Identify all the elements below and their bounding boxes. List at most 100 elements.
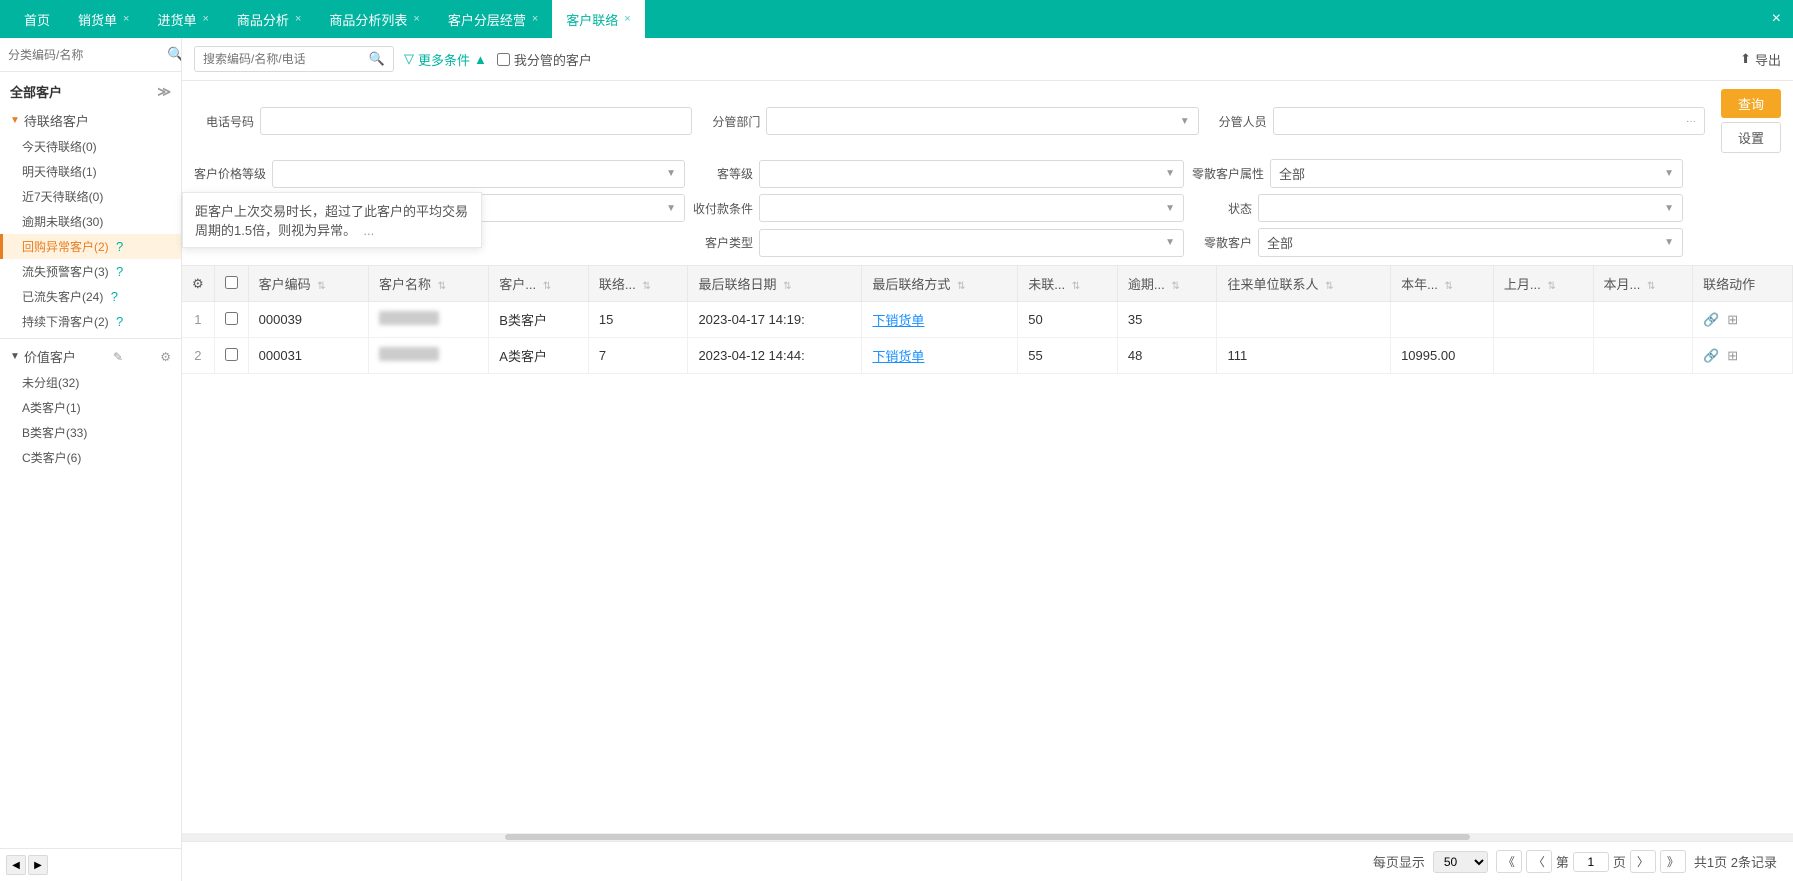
contact-method-link[interactable]: 下销货单 [872, 349, 924, 364]
nav-customer-segment[interactable]: 客户分层经营 × [434, 0, 552, 38]
sort-icon[interactable]: ⇅ [1445, 281, 1453, 292]
close-icon[interactable]: × [624, 13, 630, 25]
sidebar-item-churned[interactable]: 已流失客户(24) ? [0, 284, 181, 309]
sidebar-item-b-class[interactable]: B类客户(33) [0, 420, 181, 445]
close-icon[interactable]: × [413, 13, 419, 25]
link-icon[interactable]: 🔗 [1703, 348, 1719, 364]
sidebar-item-c-class[interactable]: C类客户(6) [0, 445, 181, 470]
nav-customer-contact[interactable]: 客户联络 × [552, 0, 644, 38]
last-contact-method[interactable]: 下销货单 [862, 302, 1018, 338]
sort-icon[interactable]: ⇅ [642, 281, 650, 292]
sidebar-prev-button[interactable]: ◀ [6, 855, 26, 875]
row-checkbox[interactable] [225, 348, 238, 361]
th-settings[interactable]: ⚙ [182, 266, 214, 302]
retail-attr-select[interactable]: 全部▼ [1270, 159, 1683, 188]
sidebar-search-bar: 🔍 [0, 38, 181, 72]
current-page-input[interactable] [1573, 852, 1609, 872]
sidebar-item-repurchase-anomaly[interactable]: 回购异常客户(2) ? [0, 234, 181, 259]
sort-icon[interactable]: ⇅ [543, 281, 551, 292]
link-icon[interactable]: 🔗 [1703, 312, 1719, 328]
grid-icon[interactable]: ⊞ [1727, 348, 1738, 364]
nav-product-analysis-list[interactable]: 商品分析列表 × [315, 0, 433, 38]
sidebar-item-week-contact[interactable]: 近7天待联络(0) [0, 184, 181, 209]
nav-home[interactable]: 首页 [10, 0, 64, 38]
sort-icon[interactable]: ⇅ [1547, 281, 1555, 292]
search-input[interactable] [203, 52, 363, 66]
sort-icon[interactable]: ⇅ [317, 281, 325, 292]
sidebar-item-overdue-contact[interactable]: 逾期未联络(30) [0, 209, 181, 234]
top-navigation: 首页 销货单 × 进货单 × 商品分析 × 商品分析列表 × 客户分层经营 × … [0, 0, 1793, 38]
settings-button[interactable]: 设置 [1721, 122, 1781, 153]
customer-type-select[interactable]: ▼ [759, 229, 1184, 257]
nav-purchase-order[interactable]: 进货单 × [143, 0, 222, 38]
customer-name-blurred [379, 311, 439, 325]
customer-table: ⚙ 客户编码 ⇅ 客户名称 ⇅ 客户... ⇅ 联络... ⇅ 最后联络日期 ⇅… [182, 266, 1793, 374]
row-checkbox-cell[interactable] [214, 302, 248, 338]
sidebar-item-churn-warning[interactable]: 流失预警客户(3) ? [0, 259, 181, 284]
close-icon[interactable]: × [202, 13, 208, 25]
chevron-down-icon: ▼ [1664, 168, 1674, 179]
page-size-select[interactable]: 50 20 100 [1433, 851, 1488, 873]
sort-icon[interactable]: ⇅ [1072, 281, 1080, 292]
edit-icon[interactable]: ✎ [113, 350, 123, 364]
last-contact-method[interactable]: 下销货单 [862, 338, 1018, 374]
customer-name [368, 338, 488, 374]
grid-icon[interactable]: ⊞ [1727, 312, 1738, 328]
query-button[interactable]: 查询 [1721, 89, 1781, 118]
dept-select[interactable]: ▼ [766, 107, 1198, 135]
next-page-button[interactable]: 〉 [1630, 850, 1656, 873]
sidebar-next-button[interactable]: ▶ [28, 855, 48, 875]
row-checkbox-cell[interactable] [214, 338, 248, 374]
retail-customer-select[interactable]: 全部▼ [1258, 228, 1683, 257]
contact-method-link[interactable]: 下销货单 [872, 313, 924, 328]
close-icon[interactable]: × [123, 13, 129, 25]
sort-icon[interactable]: ⇅ [1325, 281, 1333, 292]
row-checkbox[interactable] [225, 312, 238, 325]
first-page-button[interactable]: 《 [1496, 850, 1522, 873]
customer-level-select[interactable]: ▼ [759, 160, 1184, 188]
sort-icon[interactable]: ⇅ [783, 281, 791, 292]
sort-icon[interactable]: ⇅ [957, 281, 965, 292]
sidebar-search-input[interactable] [8, 48, 163, 62]
sort-icon[interactable]: ⇅ [438, 281, 446, 292]
sidebar-item-declining[interactable]: 持续下滑客户(2) ? [0, 309, 181, 334]
sort-icon[interactable]: ⇅ [1171, 281, 1179, 292]
status-select[interactable]: ▼ [1258, 194, 1683, 222]
phone-input[interactable] [260, 107, 692, 135]
info-icon: ? [111, 289, 118, 304]
select-all-checkbox[interactable] [225, 276, 238, 289]
per-page-label: 每页显示 [1373, 852, 1425, 871]
prev-page-button[interactable]: 〈 [1526, 850, 1552, 873]
nav-product-analysis[interactable]: 商品分析 × [223, 0, 315, 38]
row-number: 1 [182, 302, 214, 338]
close-icon[interactable]: × [532, 13, 538, 25]
last-page-button[interactable]: 》 [1660, 850, 1686, 873]
payment-select[interactable]: ▼ [759, 194, 1184, 222]
horizontal-scrollbar[interactable] [182, 833, 1793, 841]
last-month-amount [1493, 302, 1593, 338]
window-close-button[interactable]: × [1772, 10, 1781, 28]
sidebar-item-a-class[interactable]: A类客户(1) [0, 395, 181, 420]
action-buttons: 查询 设置 [1721, 89, 1781, 153]
sidebar-value-customer-group[interactable]: ▼ 价值客户 ✎ ⚙ [0, 343, 181, 370]
export-button[interactable]: ⬆ 导出 [1740, 50, 1781, 69]
last-contact-date: 2023-04-12 14:44: [688, 338, 862, 374]
sidebar-item-today-contact[interactable]: 今天待联络(0) [0, 134, 181, 159]
settings-icon[interactable]: ⚙ [160, 350, 171, 364]
nav-sales-order[interactable]: 销货单 × [64, 0, 143, 38]
sidebar-item-ungrouped[interactable]: 未分组(32) [0, 370, 181, 395]
close-icon[interactable]: × [295, 13, 301, 25]
customer-name [368, 302, 488, 338]
scrollbar-thumb[interactable] [505, 834, 1469, 840]
sidebar-item-tomorrow-contact[interactable]: 明天待联络(1) [0, 159, 181, 184]
manager-select[interactable]: ··· [1273, 107, 1705, 135]
my-customers-checkbox[interactable]: 我分管的客户 [497, 50, 592, 69]
price-level-select[interactable]: ▼ [272, 160, 685, 188]
th-checkbox[interactable] [214, 266, 248, 302]
my-customers-check[interactable] [497, 53, 510, 66]
customer-code: 000031 [248, 338, 368, 374]
collapse-icon[interactable]: ≫ [157, 84, 171, 100]
uncontacted-days: 50 [1018, 302, 1118, 338]
sort-icon[interactable]: ⇅ [1647, 281, 1655, 292]
more-filters-button[interactable]: ▽ 更多条件 ▲ [404, 50, 487, 69]
